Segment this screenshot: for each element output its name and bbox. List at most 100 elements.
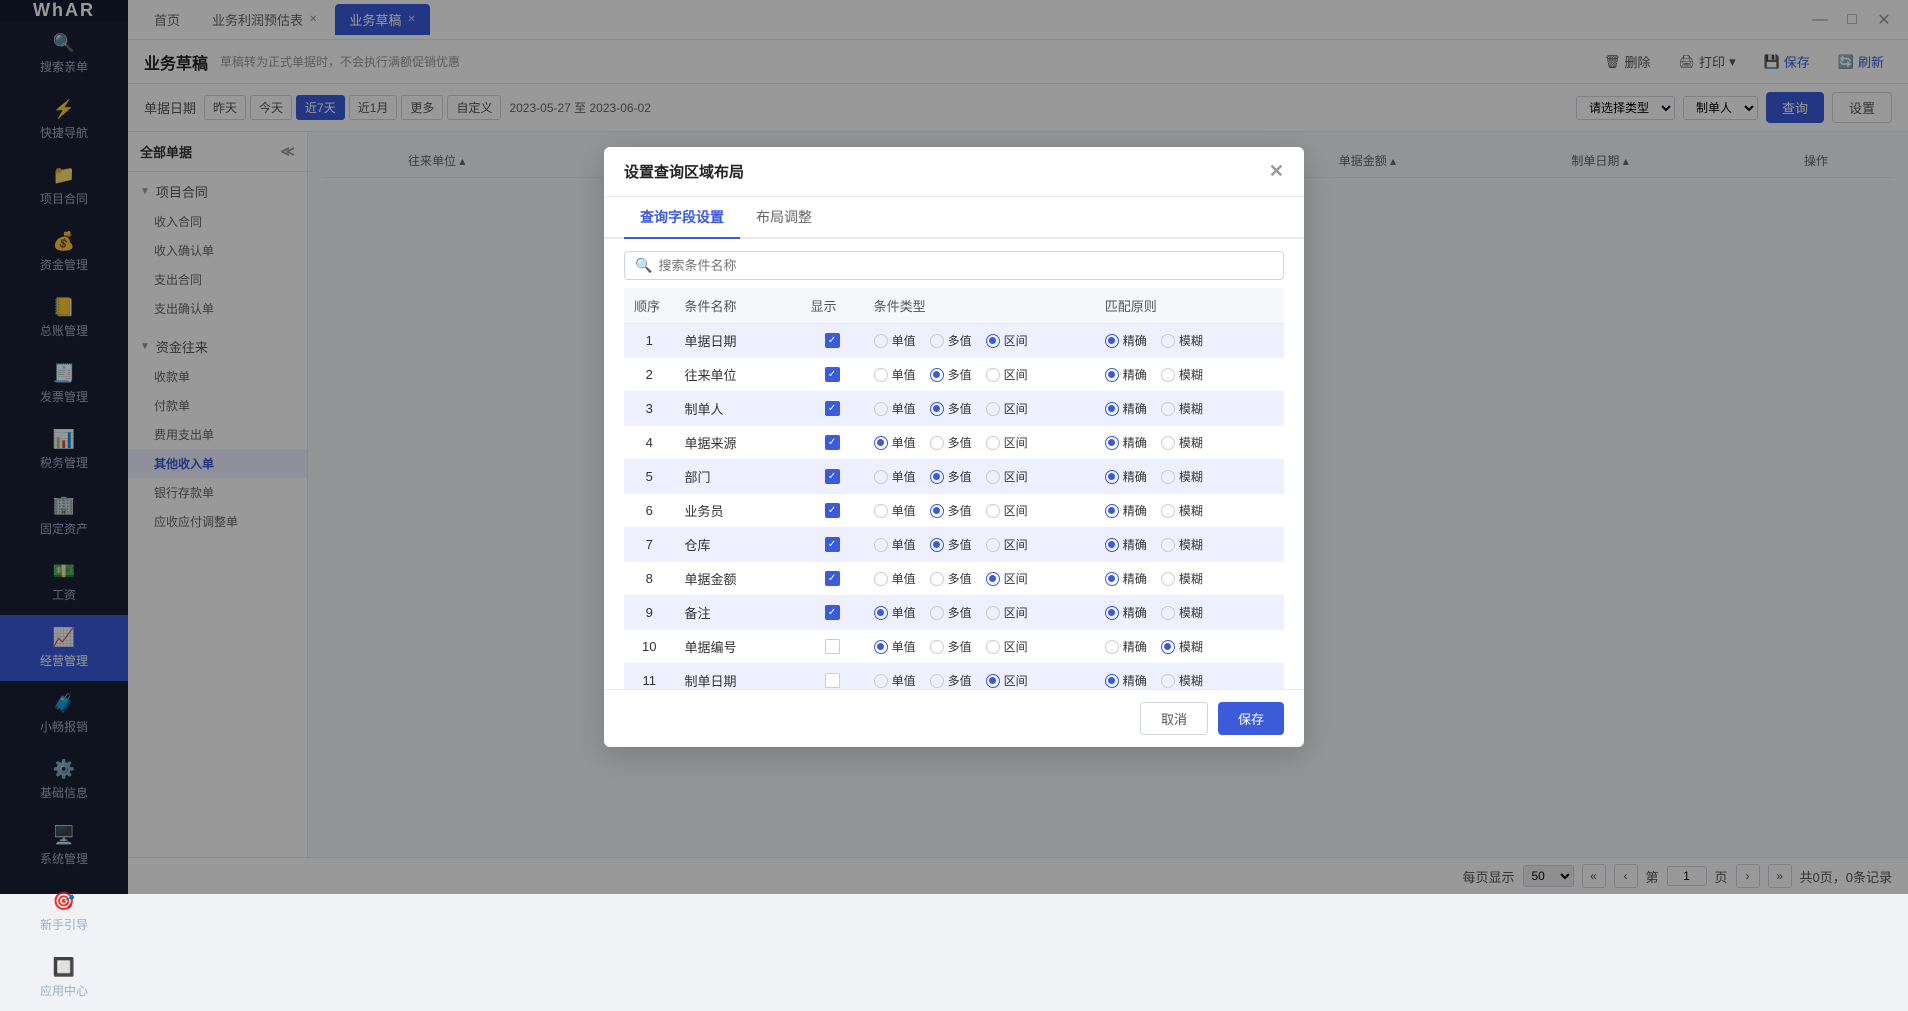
cell-show[interactable]: ✓ (801, 426, 864, 460)
radio-dot-unchecked (1161, 606, 1175, 620)
cell-show[interactable]: ✓ (801, 358, 864, 392)
radio-type-单值[interactable]: 单值 (874, 434, 916, 451)
dialog-save-btn[interactable]: 保存 (1218, 702, 1284, 735)
radio-type-多值[interactable]: 多值 (930, 570, 972, 587)
radio-match-精确[interactable]: 精确 (1105, 366, 1147, 383)
radio-type-区间[interactable]: 区间 (986, 570, 1028, 587)
radio-match-模糊[interactable]: 模糊 (1161, 672, 1203, 689)
radio-type-区间[interactable]: 区间 (986, 672, 1028, 689)
checkbox-checked[interactable]: ✓ (825, 571, 840, 586)
checkbox-unchecked[interactable] (825, 673, 840, 688)
checkbox-checked[interactable]: ✓ (825, 537, 840, 552)
radio-match-精确[interactable]: 精确 (1105, 332, 1147, 349)
radio-dot-checked (1105, 436, 1119, 450)
radio-type-单值[interactable]: 单值 (874, 638, 916, 655)
radio-match-模糊[interactable]: 模糊 (1161, 638, 1203, 655)
cell-show[interactable]: ✓ (801, 324, 864, 358)
radio-dot-unchecked (874, 368, 888, 382)
radio-type-多值[interactable]: 多值 (930, 502, 972, 519)
tab-query-fields[interactable]: 查询字段设置 (624, 197, 740, 239)
radio-type-多值[interactable]: 多值 (930, 332, 972, 349)
checkbox-checked[interactable]: ✓ (825, 605, 840, 620)
radio-dot-checked (930, 402, 944, 416)
radio-match-精确[interactable]: 精确 (1105, 468, 1147, 485)
radio-type-区间[interactable]: 区间 (986, 638, 1028, 655)
radio-type-单值[interactable]: 单值 (874, 604, 916, 621)
radio-type-单值[interactable]: 单值 (874, 332, 916, 349)
radio-type-单值[interactable]: 单值 (874, 536, 916, 553)
radio-match-模糊[interactable]: 模糊 (1161, 604, 1203, 621)
radio-dot-checked (930, 538, 944, 552)
search-input[interactable] (658, 258, 1273, 273)
tab-layout[interactable]: 布局调整 (740, 197, 828, 239)
radio-match-模糊[interactable]: 模糊 (1161, 570, 1203, 587)
cell-show[interactable]: ✓ (801, 596, 864, 630)
radio-match-精确[interactable]: 精确 (1105, 570, 1147, 587)
radio-match-精确[interactable]: 精确 (1105, 434, 1147, 451)
dialog-header: 设置查询区域布局 ✕ (604, 147, 1304, 197)
radio-type-区间[interactable]: 区间 (986, 400, 1028, 417)
cell-order: 9 (624, 596, 674, 630)
checkbox-checked[interactable]: ✓ (825, 367, 840, 382)
radio-type-单值[interactable]: 单值 (874, 502, 916, 519)
radio-match-精确[interactable]: 精确 (1105, 502, 1147, 519)
cell-show[interactable]: ✓ (801, 562, 864, 596)
radio-dot-checked (930, 470, 944, 484)
checkbox-checked[interactable]: ✓ (825, 435, 840, 450)
sidebar-icon-guide: 🎯 (53, 891, 75, 912)
radio-dot-checked (1105, 470, 1119, 484)
radio-type-区间[interactable]: 区间 (986, 434, 1028, 451)
radio-match-精确[interactable]: 精确 (1105, 638, 1147, 655)
radio-match-精确[interactable]: 精确 (1105, 400, 1147, 417)
cell-show[interactable] (801, 664, 864, 690)
cell-show[interactable] (801, 630, 864, 664)
radio-match-精确[interactable]: 精确 (1105, 672, 1147, 689)
radio-type-多值[interactable]: 多值 (930, 366, 972, 383)
radio-type-多值[interactable]: 多值 (930, 672, 972, 689)
radio-type-多值[interactable]: 多值 (930, 536, 972, 553)
cancel-btn[interactable]: 取消 (1140, 702, 1208, 735)
radio-match-模糊[interactable]: 模糊 (1161, 400, 1203, 417)
checkbox-checked[interactable]: ✓ (825, 503, 840, 518)
radio-type-区间[interactable]: 区间 (986, 536, 1028, 553)
radio-dot-unchecked (986, 504, 1000, 518)
dialog-close-btn[interactable]: ✕ (1269, 161, 1284, 182)
radio-type-多值[interactable]: 多值 (930, 604, 972, 621)
radio-dot-unchecked (1161, 334, 1175, 348)
radio-type-多值[interactable]: 多值 (930, 468, 972, 485)
cell-name: 备注 (674, 596, 800, 630)
radio-type-区间[interactable]: 区间 (986, 468, 1028, 485)
radio-dot-unchecked (986, 402, 1000, 416)
radio-type-单值[interactable]: 单值 (874, 468, 916, 485)
cell-show[interactable]: ✓ (801, 528, 864, 562)
radio-type-单值[interactable]: 单值 (874, 366, 916, 383)
radio-dot-unchecked (930, 640, 944, 654)
radio-match-模糊[interactable]: 模糊 (1161, 434, 1203, 451)
radio-match-模糊[interactable]: 模糊 (1161, 468, 1203, 485)
radio-type-区间[interactable]: 区间 (986, 332, 1028, 349)
radio-match-精确[interactable]: 精确 (1105, 536, 1147, 553)
radio-type-区间[interactable]: 区间 (986, 604, 1028, 621)
radio-match-模糊[interactable]: 模糊 (1161, 536, 1203, 553)
radio-match-模糊[interactable]: 模糊 (1161, 502, 1203, 519)
cell-show[interactable]: ✓ (801, 494, 864, 528)
checkbox-unchecked[interactable] (825, 639, 840, 654)
sidebar-item-apps[interactable]: 🔲应用中心 (0, 945, 128, 1011)
radio-match-模糊[interactable]: 模糊 (1161, 332, 1203, 349)
radio-type-区间[interactable]: 区间 (986, 366, 1028, 383)
radio-match-精确[interactable]: 精确 (1105, 604, 1147, 621)
radio-type-单值[interactable]: 单值 (874, 400, 916, 417)
cell-show[interactable]: ✓ (801, 460, 864, 494)
radio-type-多值[interactable]: 多值 (930, 400, 972, 417)
checkbox-checked[interactable]: ✓ (825, 401, 840, 416)
radio-dot-unchecked (930, 334, 944, 348)
checkbox-checked[interactable]: ✓ (825, 469, 840, 484)
radio-match-模糊[interactable]: 模糊 (1161, 366, 1203, 383)
radio-type-区间[interactable]: 区间 (986, 502, 1028, 519)
checkbox-checked[interactable]: ✓ (825, 333, 840, 348)
cell-show[interactable]: ✓ (801, 392, 864, 426)
radio-type-单值[interactable]: 单值 (874, 672, 916, 689)
radio-type-多值[interactable]: 多值 (930, 434, 972, 451)
radio-type-多值[interactable]: 多值 (930, 638, 972, 655)
radio-type-单值[interactable]: 单值 (874, 570, 916, 587)
